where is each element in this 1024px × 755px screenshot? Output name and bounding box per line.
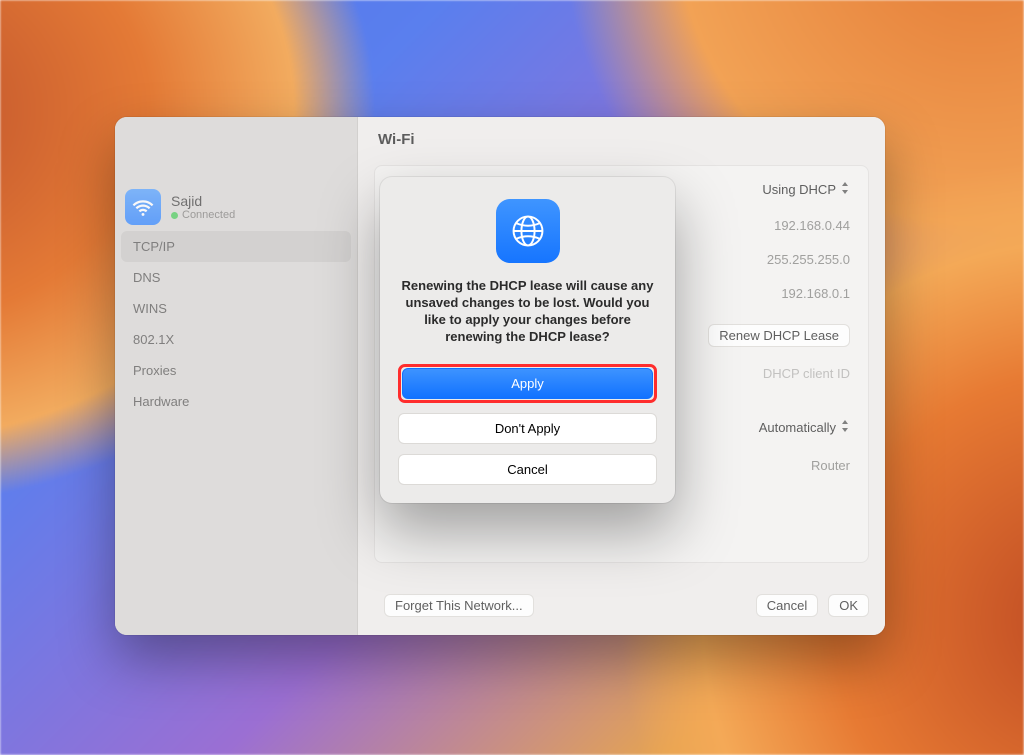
router-value: 192.168.0.1 <box>781 286 850 301</box>
dhcp-client-id-field[interactable]: DHCP client ID <box>763 366 850 381</box>
bottom-bar: Forget This Network... Cancel OK <box>374 594 869 617</box>
network-name: Sajid <box>171 193 235 209</box>
confirm-dialog: Renewing the DHCP lease will cause any u… <box>380 177 675 503</box>
dialog-cancel-button[interactable]: Cancel <box>398 454 657 485</box>
sidebar-item-tcpip[interactable]: TCP/IP <box>121 231 351 262</box>
sidebar: Sajid Connected TCP/IP DNS WINS 802.1X P… <box>115 117 358 635</box>
ip-address-value: 192.168.0.44 <box>774 218 850 233</box>
sidebar-network-header: Sajid Connected <box>125 189 347 225</box>
globe-icon <box>496 199 560 263</box>
sidebar-item-proxies[interactable]: Proxies <box>115 355 357 386</box>
renew-dhcp-button[interactable]: Renew DHCP Lease <box>708 324 850 347</box>
sidebar-list: TCP/IP DNS WINS 802.1X Proxies Hardware <box>115 231 357 417</box>
subnet-mask-value: 255.255.255.0 <box>767 252 850 267</box>
configure-ipv6-value[interactable]: Automatically <box>759 420 850 435</box>
highlight-annotation: Apply <box>398 364 657 403</box>
status-dot-icon <box>171 212 178 219</box>
sidebar-item-8021x[interactable]: 802.1X <box>115 324 357 355</box>
dont-apply-button[interactable]: Don't Apply <box>398 413 657 444</box>
page-title: Wi-Fi <box>378 131 415 148</box>
sidebar-item-hardware[interactable]: Hardware <box>115 386 357 417</box>
wifi-icon <box>125 189 161 225</box>
configure-ipv4-value[interactable]: Using DHCP <box>762 182 850 197</box>
network-status: Connected <box>171 209 235 221</box>
dialog-message: Renewing the DHCP lease will cause any u… <box>400 277 655 346</box>
forget-network-button[interactable]: Forget This Network... <box>384 594 534 617</box>
sidebar-item-dns[interactable]: DNS <box>115 262 357 293</box>
ipv6-router-label: Router <box>811 458 850 473</box>
chevron-updown-icon <box>840 420 850 432</box>
network-status-text: Connected <box>182 209 235 221</box>
chevron-updown-icon <box>840 182 850 194</box>
ok-button[interactable]: OK <box>828 594 869 617</box>
cancel-button[interactable]: Cancel <box>756 594 818 617</box>
sidebar-item-wins[interactable]: WINS <box>115 293 357 324</box>
apply-button[interactable]: Apply <box>402 368 653 399</box>
